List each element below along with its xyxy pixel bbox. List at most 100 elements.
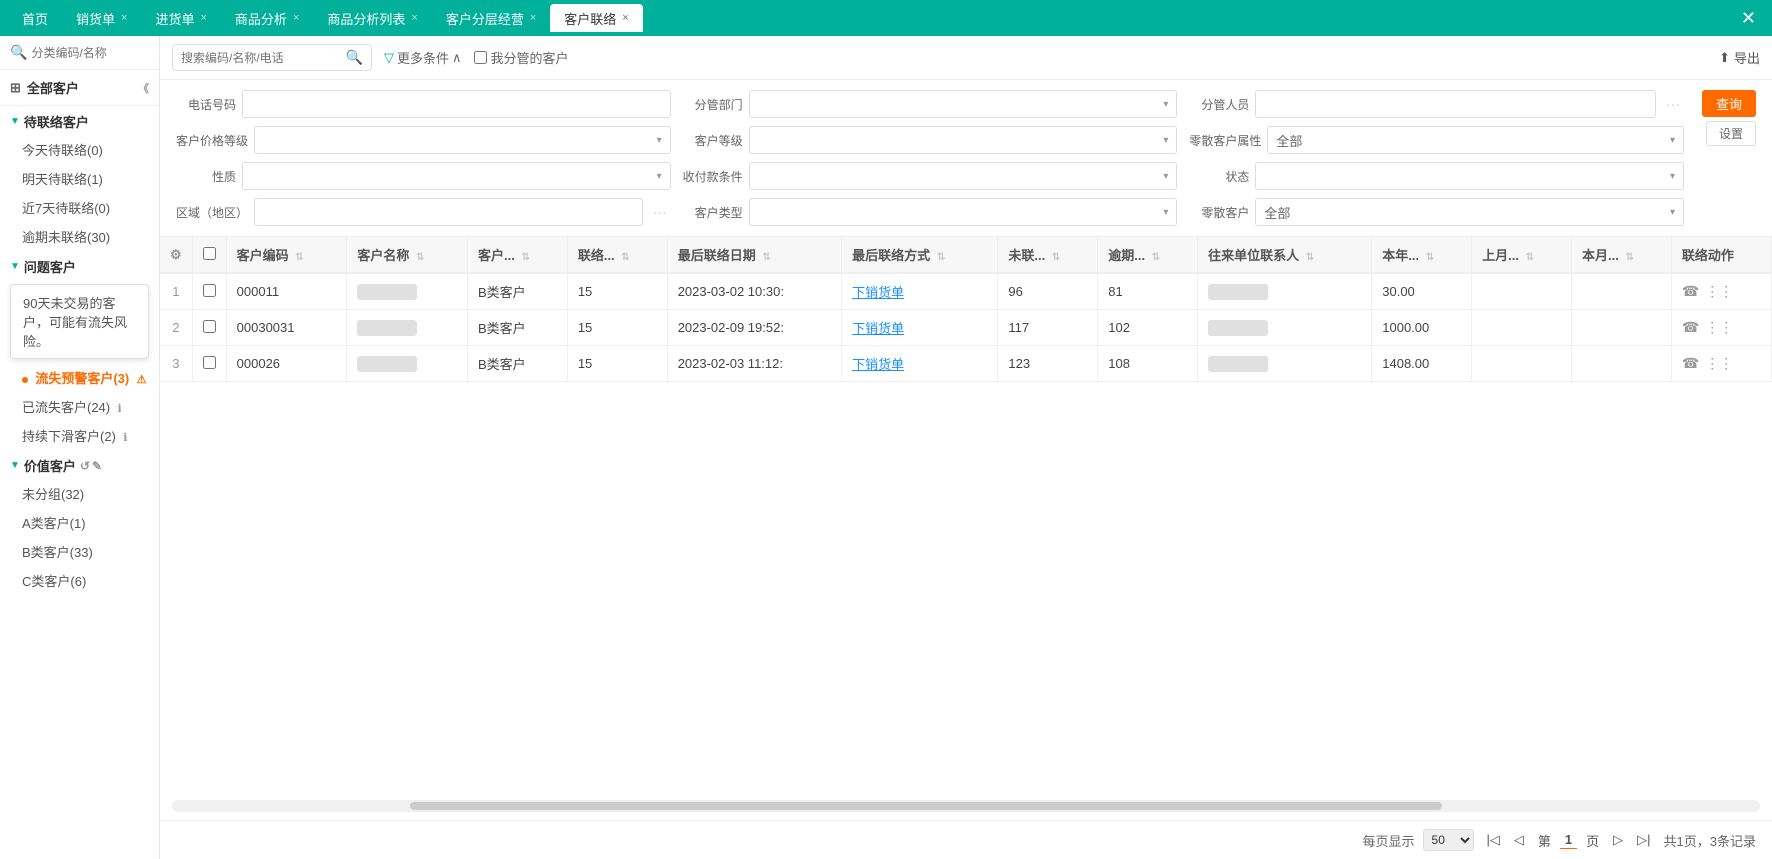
tab-product-list[interactable]: 商品分析列表 × bbox=[313, 4, 431, 32]
sidebar-item-churned[interactable]: 已流失客户(24) ℹ bbox=[0, 392, 159, 421]
status-select[interactable]: ▾ bbox=[1255, 162, 1684, 190]
prev-page-button[interactable]: ◁ bbox=[1509, 831, 1529, 849]
sort-icon[interactable]: ⇅ bbox=[521, 252, 529, 263]
sidebar-item-tomorrow[interactable]: 明天待联络(1) bbox=[0, 164, 159, 193]
filter-search-input[interactable] bbox=[181, 51, 342, 65]
export-button[interactable]: ⬆ 导出 bbox=[1719, 48, 1760, 67]
action-phone-icon[interactable]: ☎ bbox=[1682, 319, 1699, 336]
query-button[interactable]: 查询 bbox=[1702, 90, 1756, 117]
sidebar-item-overdue[interactable]: 逾期未联络(30) bbox=[0, 222, 159, 251]
dept-select[interactable]: ▾ bbox=[749, 90, 1178, 118]
row-checkbox-cell bbox=[192, 310, 226, 346]
sidebar-item-churn-warning[interactable]: 流失预警客户(3) ⚠ bbox=[0, 363, 159, 392]
more-icon[interactable]: ··· bbox=[1662, 96, 1684, 112]
more-icon[interactable]: ··· bbox=[649, 204, 671, 220]
tab-product-analysis[interactable]: 商品分析 × bbox=[221, 4, 313, 32]
close-icon[interactable]: × bbox=[411, 12, 417, 24]
action-phone-icon[interactable]: ☎ bbox=[1682, 283, 1699, 300]
next-page-button[interactable]: ▷ bbox=[1608, 831, 1628, 849]
refresh-icon[interactable]: ↺ bbox=[80, 459, 90, 473]
adv-filter-row-1: 电话号码 分管部门 ▾ 分管人员 bbox=[176, 90, 1684, 118]
first-page-button[interactable]: |◁ bbox=[1482, 831, 1505, 849]
edit-icon[interactable]: ✎ bbox=[92, 459, 102, 473]
sort-icon[interactable]: ⇅ bbox=[1152, 252, 1160, 263]
tab-purchase[interactable]: 进货单 × bbox=[141, 4, 220, 32]
sidebar-item-class-c[interactable]: C类客户(6) bbox=[0, 566, 159, 595]
row-checkbox[interactable] bbox=[203, 320, 216, 333]
per-page-select[interactable]: 50 100 200 bbox=[1423, 829, 1474, 851]
customer-type-select[interactable]: ▾ bbox=[749, 198, 1178, 226]
tab-sales[interactable]: 销货单 × bbox=[62, 4, 141, 32]
horizontal-scrollbar[interactable] bbox=[172, 800, 1760, 812]
close-icon[interactable]: × bbox=[200, 12, 206, 24]
sidebar-item-declining[interactable]: 持续下滑客户(2) ℹ bbox=[0, 421, 159, 450]
retail-customer-select[interactable]: 全部 ▾ bbox=[1255, 198, 1684, 226]
col-checkbox[interactable] bbox=[192, 237, 226, 273]
sort-icon[interactable]: ⇅ bbox=[1625, 252, 1633, 263]
sort-icon[interactable]: ⇅ bbox=[937, 252, 945, 263]
contact-method-link[interactable]: 下销货单 bbox=[852, 285, 904, 300]
payment-select[interactable]: ▾ bbox=[749, 162, 1178, 190]
row-checkbox[interactable] bbox=[203, 356, 216, 369]
tab-customer-tier[interactable]: 客户分层经营 × bbox=[432, 4, 550, 32]
sidebar-item-class-a[interactable]: A类客户(1) bbox=[0, 508, 159, 537]
row-last-month bbox=[1472, 346, 1572, 382]
row-checkbox[interactable] bbox=[203, 284, 216, 297]
price-level-select[interactable]: ▾ bbox=[254, 126, 671, 154]
action-more-icon[interactable]: ⋮⋮ bbox=[1705, 355, 1733, 372]
sidebar-section-problem[interactable]: ▼ 问题客户 bbox=[0, 251, 159, 280]
close-icon[interactable]: × bbox=[530, 12, 536, 24]
contact-method-link[interactable]: 下销货单 bbox=[852, 357, 904, 372]
sort-icon[interactable]: ⇅ bbox=[762, 252, 770, 263]
retail-attr-select[interactable]: 全部 ▾ bbox=[1267, 126, 1684, 154]
row-no-contact: 96 bbox=[998, 273, 1098, 310]
customer-level-select[interactable]: ▾ bbox=[749, 126, 1178, 154]
settings-button[interactable]: 设置 bbox=[1706, 121, 1756, 146]
row-action: ☎ ⋮⋮ bbox=[1671, 273, 1771, 310]
nature-select[interactable]: ▾ bbox=[242, 162, 671, 190]
scrollbar-thumb[interactable] bbox=[410, 802, 1442, 810]
sidebar-item-7days[interactable]: 近7天待联络(0) bbox=[0, 193, 159, 222]
close-icon[interactable]: × bbox=[622, 12, 628, 24]
contact-method-link[interactable]: 下销货单 bbox=[852, 321, 904, 336]
sidebar-all-customers[interactable]: ⊞ 全部客户 《 bbox=[0, 70, 159, 106]
phone-input[interactable] bbox=[242, 90, 671, 118]
my-customers-check[interactable] bbox=[474, 51, 487, 64]
sort-icon[interactable]: ⇅ bbox=[621, 252, 629, 263]
settings-icon[interactable]: ⚙ bbox=[170, 247, 182, 262]
close-icon[interactable]: × bbox=[121, 12, 127, 24]
sort-icon[interactable]: ⇅ bbox=[416, 252, 424, 263]
col-name-label: 客户名称 bbox=[357, 248, 409, 263]
sidebar-search-input[interactable] bbox=[31, 46, 149, 60]
row-overdue: 108 bbox=[1098, 346, 1198, 382]
tab-home[interactable]: 首页 bbox=[8, 4, 62, 32]
sidebar-item-today[interactable]: 今天待联络(0) bbox=[0, 135, 159, 164]
data-table-area: ⚙ 客户编码 ⇅ 客户名称 ⇅ bbox=[160, 237, 1772, 792]
select-all-checkbox[interactable] bbox=[203, 247, 216, 260]
sort-icon[interactable]: ⇅ bbox=[1052, 252, 1060, 263]
sort-icon[interactable]: ⇅ bbox=[1526, 252, 1534, 263]
sort-icon[interactable]: ⇅ bbox=[1306, 252, 1314, 263]
sidebar-section-pending[interactable]: ▼ 待联络客户 bbox=[0, 106, 159, 135]
tab-customer-contact[interactable]: 客户联络 × bbox=[550, 4, 642, 32]
region-input[interactable] bbox=[254, 198, 643, 226]
sort-icon[interactable]: ⇅ bbox=[1426, 252, 1434, 263]
close-icon[interactable]: × bbox=[293, 12, 299, 24]
col-settings[interactable]: ⚙ bbox=[160, 237, 192, 273]
col-this-year-label: 本年... bbox=[1382, 248, 1419, 263]
row-contact: 15 bbox=[567, 273, 667, 310]
col-type-label: 客户... bbox=[478, 248, 515, 263]
sort-icon[interactable]: ⇅ bbox=[295, 252, 303, 263]
sidebar-section-value[interactable]: ▼ 价值客户 ↺ ✎ bbox=[0, 450, 159, 479]
sidebar-item-ungrouped[interactable]: 未分组(32) bbox=[0, 479, 159, 508]
action-more-icon[interactable]: ⋮⋮ bbox=[1705, 283, 1733, 300]
sidebar-item-class-b[interactable]: B类客户(33) bbox=[0, 537, 159, 566]
window-close-button[interactable]: ✕ bbox=[1733, 8, 1764, 29]
my-customers-checkbox[interactable]: 我分管的客户 bbox=[474, 48, 569, 67]
more-conditions-button[interactable]: ▽ 更多条件 ∧ bbox=[384, 48, 462, 67]
person-input[interactable] bbox=[1255, 90, 1656, 118]
action-phone-icon[interactable]: ☎ bbox=[1682, 355, 1699, 372]
search-button[interactable]: 🔍 bbox=[346, 49, 363, 66]
action-more-icon[interactable]: ⋮⋮ bbox=[1705, 319, 1733, 336]
last-page-button[interactable]: ▷| bbox=[1632, 831, 1655, 849]
